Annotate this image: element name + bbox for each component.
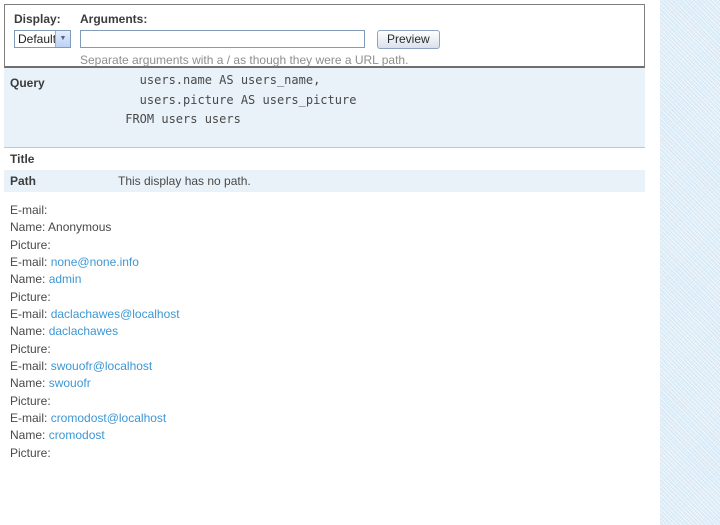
user-result: E-mail: none@none.info Name: admin Pictu… [10, 254, 720, 306]
picture-label: Picture: [10, 289, 51, 304]
email-label: E-mail: [10, 307, 48, 322]
email-link[interactable]: daclachawes@localhost [51, 307, 180, 321]
preview-controls-panel: Display: Defaults ▼ Arguments: Preview S… [4, 4, 645, 68]
picture-field: Picture: [10, 237, 720, 254]
title-row-value [118, 147, 645, 170]
arguments-label: Arguments: [80, 12, 148, 26]
display-label: Display: [14, 12, 61, 26]
name-label: Name: [10, 376, 46, 391]
summary-row-title: Title [4, 147, 645, 170]
name-link[interactable]: swouofr [49, 376, 91, 390]
summary-row-path: Path This display has no path. [4, 170, 645, 192]
picture-field: Picture: [10, 445, 720, 462]
picture-field: Picture: [10, 289, 720, 306]
email-field: E-mail: cromodost@localhost [10, 410, 720, 427]
name-link[interactable]: daclachawes [49, 324, 118, 338]
email-label: E-mail: [10, 411, 48, 426]
arguments-input[interactable] [80, 30, 365, 48]
path-row-value: This display has no path. [118, 174, 251, 188]
email-field: E-mail: daclachawes@localhost [10, 306, 720, 323]
preview-results: E-mail: Name: Anonymous Picture: E-mail:… [10, 202, 720, 462]
name-field: Name: daclachawes [10, 323, 720, 340]
display-column: Display: Defaults ▼ [14, 12, 71, 66]
picture-field: Picture: [10, 393, 720, 410]
chevron-down-icon[interactable]: ▼ [55, 31, 70, 47]
user-result: E-mail: swouofr@localhost Name: swouofr … [10, 358, 720, 410]
arguments-column: Arguments: Preview Separate arguments wi… [80, 12, 636, 67]
picture-field: Picture: [10, 341, 720, 358]
email-field: E-mail: [10, 202, 720, 219]
page-background-texture [660, 0, 720, 525]
user-result: E-mail: cromodost@localhost Name: cromod… [10, 410, 720, 462]
display-select[interactable]: Defaults ▼ [14, 30, 71, 48]
picture-label: Picture: [10, 445, 51, 460]
email-label: E-mail: [10, 203, 48, 217]
user-result: E-mail: Name: Anonymous Picture: [10, 202, 720, 254]
name-field: Name: Anonymous [10, 219, 720, 236]
email-link[interactable]: cromodost@localhost [51, 411, 167, 425]
path-row-label: Path [10, 174, 37, 188]
name-field: Name: cromodost [10, 427, 720, 444]
name-link[interactable]: admin [49, 272, 82, 286]
name-value: Anonymous [48, 220, 112, 235]
display-select-value: Defaults [18, 32, 55, 46]
name-label: Name: [10, 272, 46, 287]
email-field: E-mail: swouofr@localhost [10, 358, 720, 375]
name-field: Name: swouofr [10, 375, 720, 392]
email-label: E-mail: [10, 359, 48, 374]
arguments-help-text: Separate arguments with a / as though th… [80, 53, 409, 67]
name-label: Name: [10, 220, 46, 235]
user-result: E-mail: daclachawes@localhost Name: dacl… [10, 306, 720, 358]
name-label: Name: [10, 428, 46, 443]
name-label: Name: [10, 324, 46, 339]
name-field: Name: admin [10, 271, 720, 288]
picture-label: Picture: [10, 237, 51, 252]
picture-label: Picture: [10, 341, 51, 356]
title-row-label: Title [10, 151, 35, 166]
email-link[interactable]: none@none.info [51, 255, 139, 269]
email-field: E-mail: none@none.info [10, 254, 720, 271]
name-link[interactable]: cromodost [49, 428, 105, 442]
email-link[interactable]: swouofr@localhost [51, 359, 153, 373]
preview-button[interactable]: Preview [377, 30, 440, 49]
views-preview-page: Display: Defaults ▼ Arguments: Preview S… [0, 0, 720, 525]
picture-label: Picture: [10, 393, 51, 408]
email-label: E-mail: [10, 255, 48, 270]
